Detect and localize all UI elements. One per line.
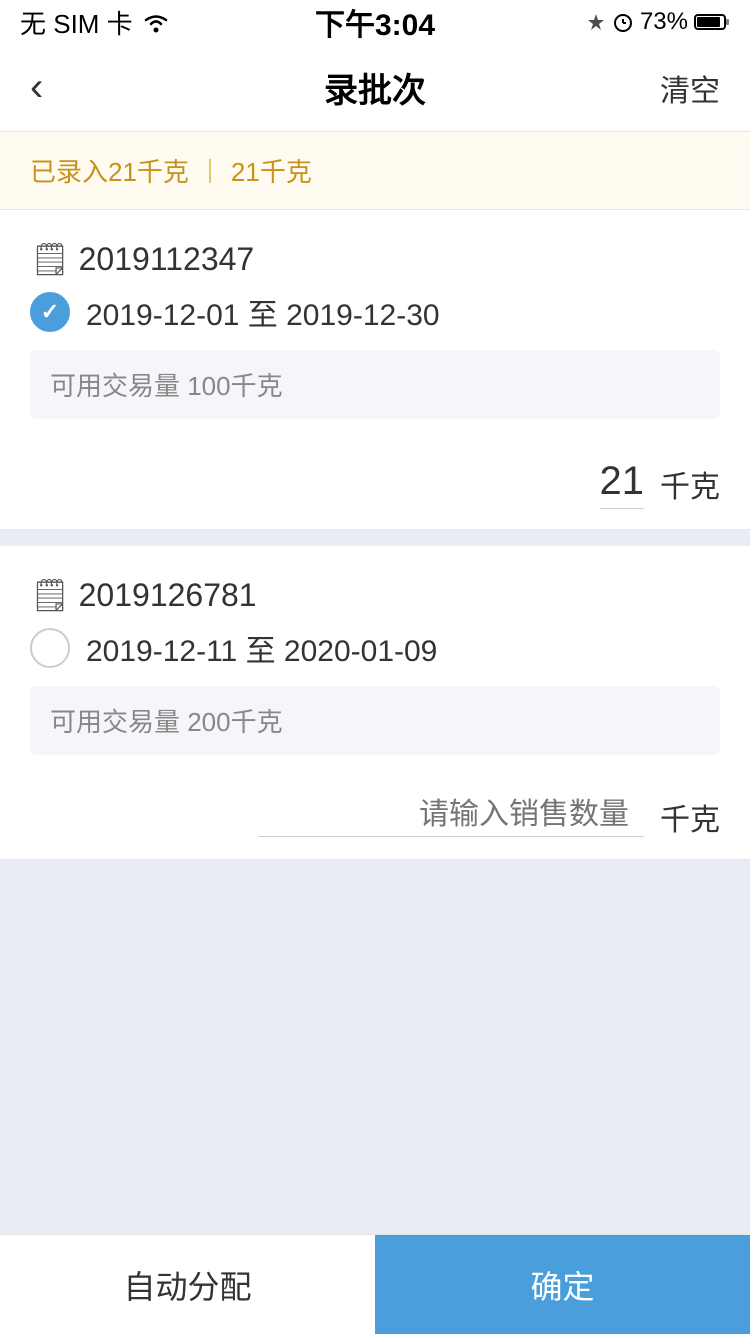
alarm-icon <box>612 11 634 33</box>
recorded-amount: 已录入21千克 <box>30 152 189 189</box>
battery-icon <box>694 13 730 31</box>
status-right: 73% <box>586 8 730 36</box>
batch-item-1: 🗒 2019112347 ✓ 2019-12-01 至 2019-12-30 可… <box>0 210 750 419</box>
banner-value: 21千克 <box>231 152 312 189</box>
page-title: 录批次 <box>324 63 426 112</box>
batch-date-1: 2019-12-01 至 2019-12-30 <box>86 290 440 334</box>
status-time: 下午3:04 <box>315 0 435 44</box>
wifi-icon <box>141 11 171 33</box>
check-icon-1: ✓ <box>41 299 59 325</box>
status-bar: 无 SIM 卡 下午3:04 73% <box>0 0 750 44</box>
nav-bar: ‹ 录批次 清空 <box>0 44 750 132</box>
location-icon <box>586 12 606 32</box>
empty-area <box>0 860 750 1260</box>
radio-button-1[interactable]: ✓ <box>30 292 70 332</box>
batch-id-row-1: 🗒 2019112347 <box>30 240 720 278</box>
confirm-button[interactable]: 确定 <box>375 1235 750 1334</box>
banner-divider <box>209 159 211 183</box>
section-divider <box>0 530 750 546</box>
batch-card-1: 🗒 2019112347 ✓ 2019-12-01 至 2019-12-30 可… <box>0 210 750 530</box>
bottom-bar: 自动分配 确定 <box>0 1234 750 1334</box>
batch-card-2: 🗒 2019126781 2019-12-11 至 2020-01-09 可用交… <box>0 546 750 860</box>
sim-status: 无 SIM 卡 <box>20 4 133 41</box>
back-button[interactable]: ‹ <box>30 65 43 110</box>
clear-button[interactable]: 清空 <box>660 66 720 110</box>
auto-distribute-button[interactable]: 自动分配 <box>0 1235 375 1334</box>
input-row-2: 千克 <box>0 775 750 860</box>
batch-date-2: 2019-12-11 至 2020-01-09 <box>86 626 437 670</box>
batch-date-row-1[interactable]: ✓ 2019-12-01 至 2019-12-30 <box>30 290 720 334</box>
quantity-value-1: 21 <box>600 459 645 509</box>
status-left: 无 SIM 卡 <box>20 4 171 41</box>
quantity-input-2[interactable] <box>258 798 644 837</box>
batch-id-row-2: 🗒 2019126781 <box>30 576 720 614</box>
battery-percent: 73% <box>640 8 688 36</box>
batch-date-row-2[interactable]: 2019-12-11 至 2020-01-09 <box>30 626 720 670</box>
batch-doc-icon-2: 🗒 <box>30 576 71 614</box>
batch-doc-icon-1: 🗒 <box>30 240 71 278</box>
quantity-row-1: 21 千克 <box>0 439 750 530</box>
input-unit-2: 千克 <box>660 795 720 839</box>
batch-available-2: 可用交易量 200千克 <box>30 686 720 755</box>
batch-id-1: 2019112347 <box>79 241 255 278</box>
batch-id-2: 2019126781 <box>79 577 257 614</box>
radio-button-2[interactable] <box>30 628 70 668</box>
quantity-unit-1: 千克 <box>660 462 720 506</box>
info-banner: 已录入21千克 21千克 <box>0 132 750 210</box>
batch-item-2: 🗒 2019126781 2019-12-11 至 2020-01-09 可用交… <box>0 546 750 755</box>
batch-available-1: 可用交易量 100千克 <box>30 350 720 419</box>
